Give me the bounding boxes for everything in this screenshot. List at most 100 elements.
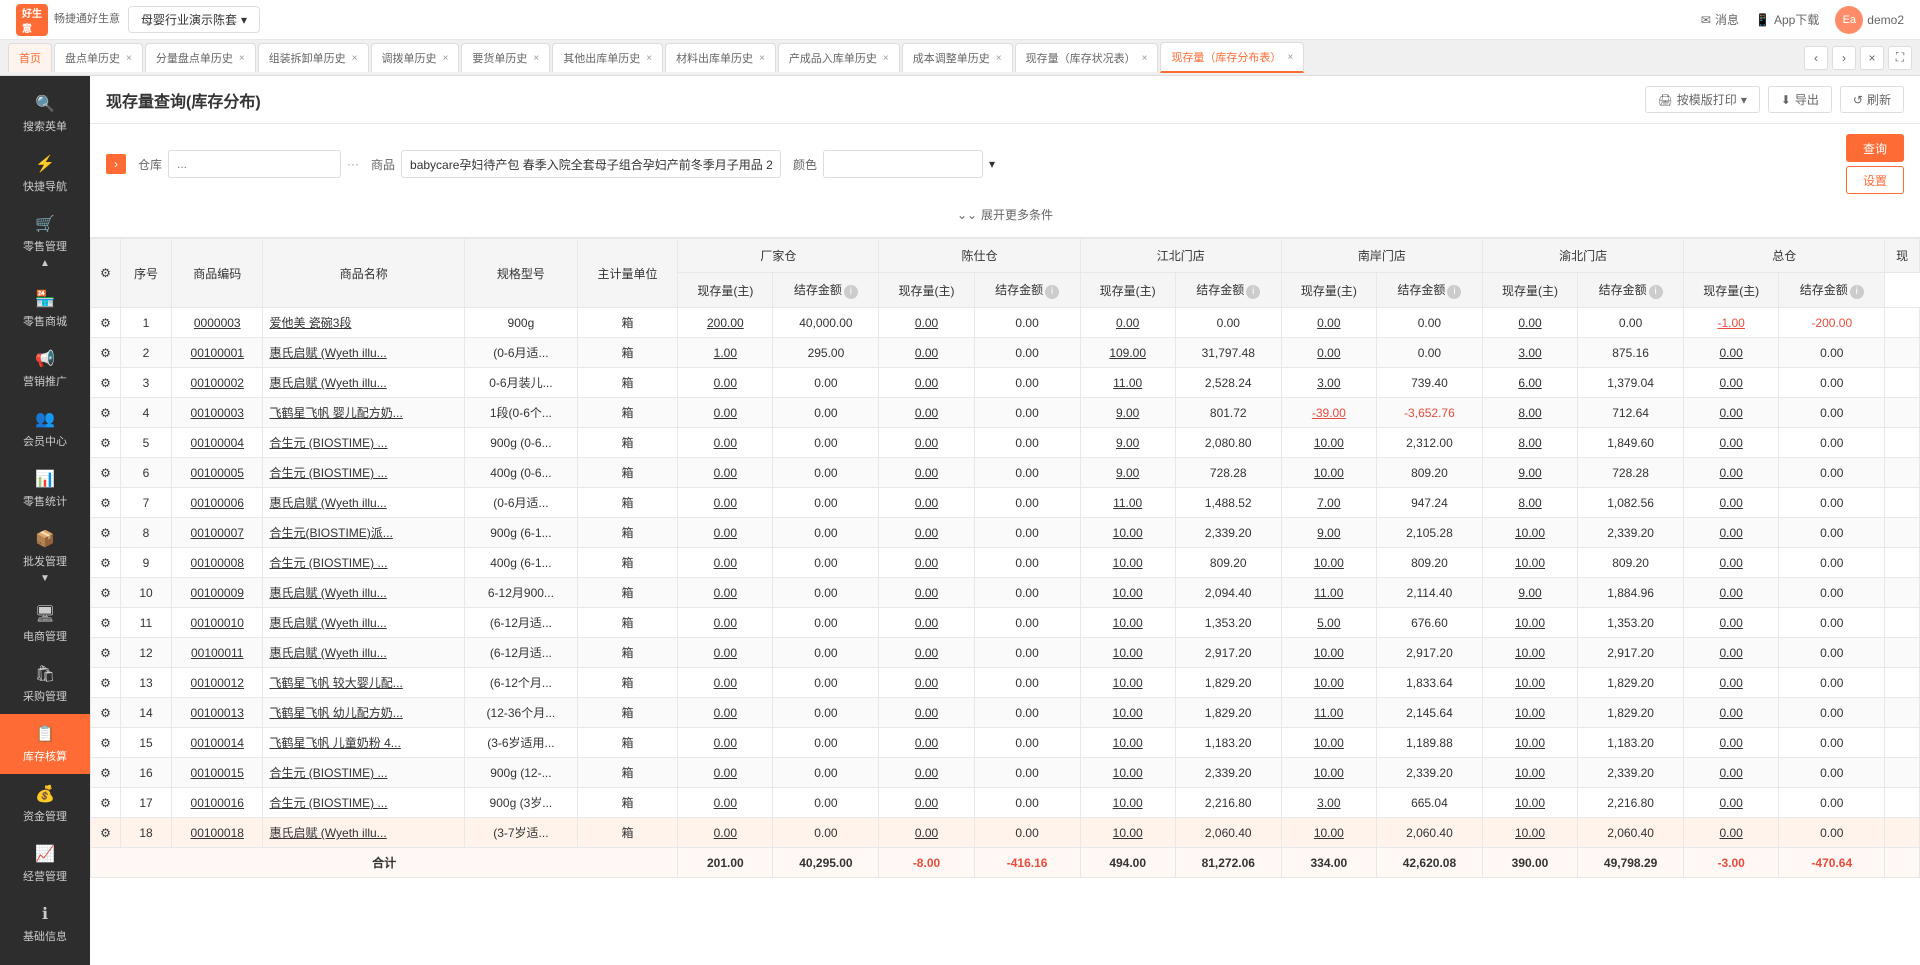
message-btn[interactable]: ✉ 消息 <box>1701 11 1739 28</box>
row-jiangbei-stock[interactable]: 10.00 <box>1080 758 1175 788</box>
row-yubeimen-stock[interactable]: 10.00 <box>1482 668 1577 698</box>
app-download-btn[interactable]: 📱 App下载 <box>1755 11 1819 28</box>
tab-close-all-btn[interactable]: × <box>1860 46 1884 70</box>
row-chenshi-stock[interactable]: 0.00 <box>879 368 974 398</box>
row-yubeimen-stock[interactable]: 10.00 <box>1482 518 1577 548</box>
row-nanan-stock[interactable]: 11.00 <box>1281 578 1376 608</box>
close-icon[interactable]: × <box>1142 53 1148 64</box>
row-chenshi-stock[interactable]: 0.00 <box>879 428 974 458</box>
tab-other-out[interactable]: 其他出库单历史 × <box>552 43 663 72</box>
close-icon[interactable]: × <box>239 53 245 64</box>
row-name[interactable]: 合生元(BIOSTIME)派... <box>263 518 465 548</box>
row-yubeimen-stock[interactable]: 10.00 <box>1482 818 1577 848</box>
row-total-stock[interactable]: 0.00 <box>1684 338 1779 368</box>
row-jiangbei-stock[interactable]: 10.00 <box>1080 668 1175 698</box>
row-factory-stock[interactable]: 0.00 <box>678 368 773 398</box>
warehouse-select-btn[interactable]: ··· <box>347 157 359 171</box>
tab-next-btn[interactable]: › <box>1832 46 1856 70</box>
row-chenshi-stock[interactable]: 0.00 <box>879 458 974 488</box>
row-total-stock[interactable]: 0.00 <box>1684 518 1779 548</box>
sidebar-item-retail-shop[interactable]: 🏪 零售商城 <box>0 279 90 339</box>
color-dropdown-icon[interactable]: ▾ <box>989 157 995 171</box>
close-icon[interactable]: × <box>996 53 1002 64</box>
sidebar-item-marketing[interactable]: 📢 营销推广 <box>0 339 90 399</box>
close-icon[interactable]: × <box>352 53 358 64</box>
row-yubeimen-stock[interactable]: 3.00 <box>1482 338 1577 368</box>
row-name[interactable]: 惠氏启赋 (Wyeth illu... <box>263 818 465 848</box>
info-icon[interactable]: i <box>1045 285 1059 299</box>
row-yubeimen-stock[interactable]: 10.00 <box>1482 758 1577 788</box>
sidebar-item-wholesale-mgmt[interactable]: 📦 批发管理 ▼ <box>0 519 90 594</box>
close-icon[interactable]: × <box>533 53 539 64</box>
row-settings[interactable]: ⚙ <box>91 728 121 758</box>
row-nanan-stock[interactable]: -39.00 <box>1281 398 1376 428</box>
row-yubeimen-stock[interactable]: 0.00 <box>1482 308 1577 338</box>
row-factory-stock[interactable]: 0.00 <box>678 728 773 758</box>
row-jiangbei-stock[interactable]: 11.00 <box>1080 488 1175 518</box>
row-chenshi-stock[interactable]: 0.00 <box>879 548 974 578</box>
row-nanan-stock[interactable]: 10.00 <box>1281 638 1376 668</box>
row-jiangbei-stock[interactable]: 109.00 <box>1080 338 1175 368</box>
row-chenshi-stock[interactable]: 0.00 <box>879 788 974 818</box>
row-nanan-stock[interactable]: 10.00 <box>1281 818 1376 848</box>
info-icon[interactable]: i <box>1850 285 1864 299</box>
tab-cost-adjust[interactable]: 成本调整单历史 × <box>902 43 1013 72</box>
row-total-stock[interactable]: 0.00 <box>1684 428 1779 458</box>
row-settings[interactable]: ⚙ <box>91 428 121 458</box>
row-jiangbei-stock[interactable]: 10.00 <box>1080 698 1175 728</box>
tab-requisition[interactable]: 要货单历史 × <box>461 43 550 72</box>
row-name[interactable]: 合生元 (BIOSTIME) ... <box>263 458 465 488</box>
row-factory-stock[interactable]: 0.00 <box>678 668 773 698</box>
row-factory-stock[interactable]: 200.00 <box>678 308 773 338</box>
info-icon[interactable]: i <box>1246 285 1260 299</box>
row-nanan-stock[interactable]: 10.00 <box>1281 548 1376 578</box>
row-jiangbei-stock[interactable]: 9.00 <box>1080 428 1175 458</box>
row-code[interactable]: 00100011 <box>172 638 263 668</box>
close-icon[interactable]: × <box>646 53 652 64</box>
row-jiangbei-stock[interactable]: 10.00 <box>1080 818 1175 848</box>
expand-conditions-btn[interactable]: ⌄⌄ 展开更多条件 <box>949 202 1061 227</box>
row-chenshi-stock[interactable]: 0.00 <box>879 488 974 518</box>
row-nanan-stock[interactable]: 0.00 <box>1281 338 1376 368</box>
filter-toggle-btn[interactable]: › <box>106 154 126 174</box>
row-name[interactable]: 惠氏启赋 (Wyeth illu... <box>263 608 465 638</box>
info-icon[interactable]: i <box>1649 285 1663 299</box>
row-yubeimen-stock[interactable]: 8.00 <box>1482 488 1577 518</box>
row-total-stock[interactable]: 0.00 <box>1684 458 1779 488</box>
row-total-stock[interactable]: 0.00 <box>1684 548 1779 578</box>
row-factory-stock[interactable]: 0.00 <box>678 758 773 788</box>
tab-expand-btn[interactable]: ⛶ <box>1888 46 1912 70</box>
row-name[interactable]: 惠氏启赋 (Wyeth illu... <box>263 368 465 398</box>
row-nanan-stock[interactable]: 3.00 <box>1281 788 1376 818</box>
close-icon[interactable]: × <box>443 53 449 64</box>
row-yubeimen-stock[interactable]: 9.00 <box>1482 578 1577 608</box>
row-nanan-stock[interactable]: 0.00 <box>1281 308 1376 338</box>
info-icon[interactable]: i <box>844 285 858 299</box>
row-code[interactable]: 00100002 <box>172 368 263 398</box>
row-name[interactable]: 惠氏启赋 (Wyeth illu... <box>263 578 465 608</box>
row-code[interactable]: 00100003 <box>172 398 263 428</box>
row-nanan-stock[interactable]: 9.00 <box>1281 518 1376 548</box>
row-code[interactable]: 00100009 <box>172 578 263 608</box>
row-total-stock[interactable]: 0.00 <box>1684 788 1779 818</box>
row-settings[interactable]: ⚙ <box>91 518 121 548</box>
row-yubeimen-stock[interactable]: 6.00 <box>1482 368 1577 398</box>
row-settings[interactable]: ⚙ <box>91 308 121 338</box>
tab-inventory-list[interactable]: 盘点单历史 × <box>54 43 143 72</box>
warehouse-input[interactable] <box>168 150 341 178</box>
row-total-stock[interactable]: 0.00 <box>1684 818 1779 848</box>
row-settings[interactable]: ⚙ <box>91 548 121 578</box>
row-code[interactable]: 00100012 <box>172 668 263 698</box>
row-factory-stock[interactable]: 0.00 <box>678 698 773 728</box>
row-name[interactable]: 合生元 (BIOSTIME) ... <box>263 788 465 818</box>
close-icon[interactable]: × <box>759 53 765 64</box>
row-factory-stock[interactable]: 1.00 <box>678 338 773 368</box>
row-settings[interactable]: ⚙ <box>91 788 121 818</box>
row-factory-stock[interactable]: 0.00 <box>678 818 773 848</box>
row-settings[interactable]: ⚙ <box>91 698 121 728</box>
row-chenshi-stock[interactable]: 0.00 <box>879 698 974 728</box>
row-settings[interactable]: ⚙ <box>91 338 121 368</box>
row-chenshi-stock[interactable]: 0.00 <box>879 818 974 848</box>
row-total-stock[interactable]: 0.00 <box>1684 398 1779 428</box>
sidebar-item-purchase-mgmt[interactable]: 🛍 采购管理 <box>0 654 90 714</box>
